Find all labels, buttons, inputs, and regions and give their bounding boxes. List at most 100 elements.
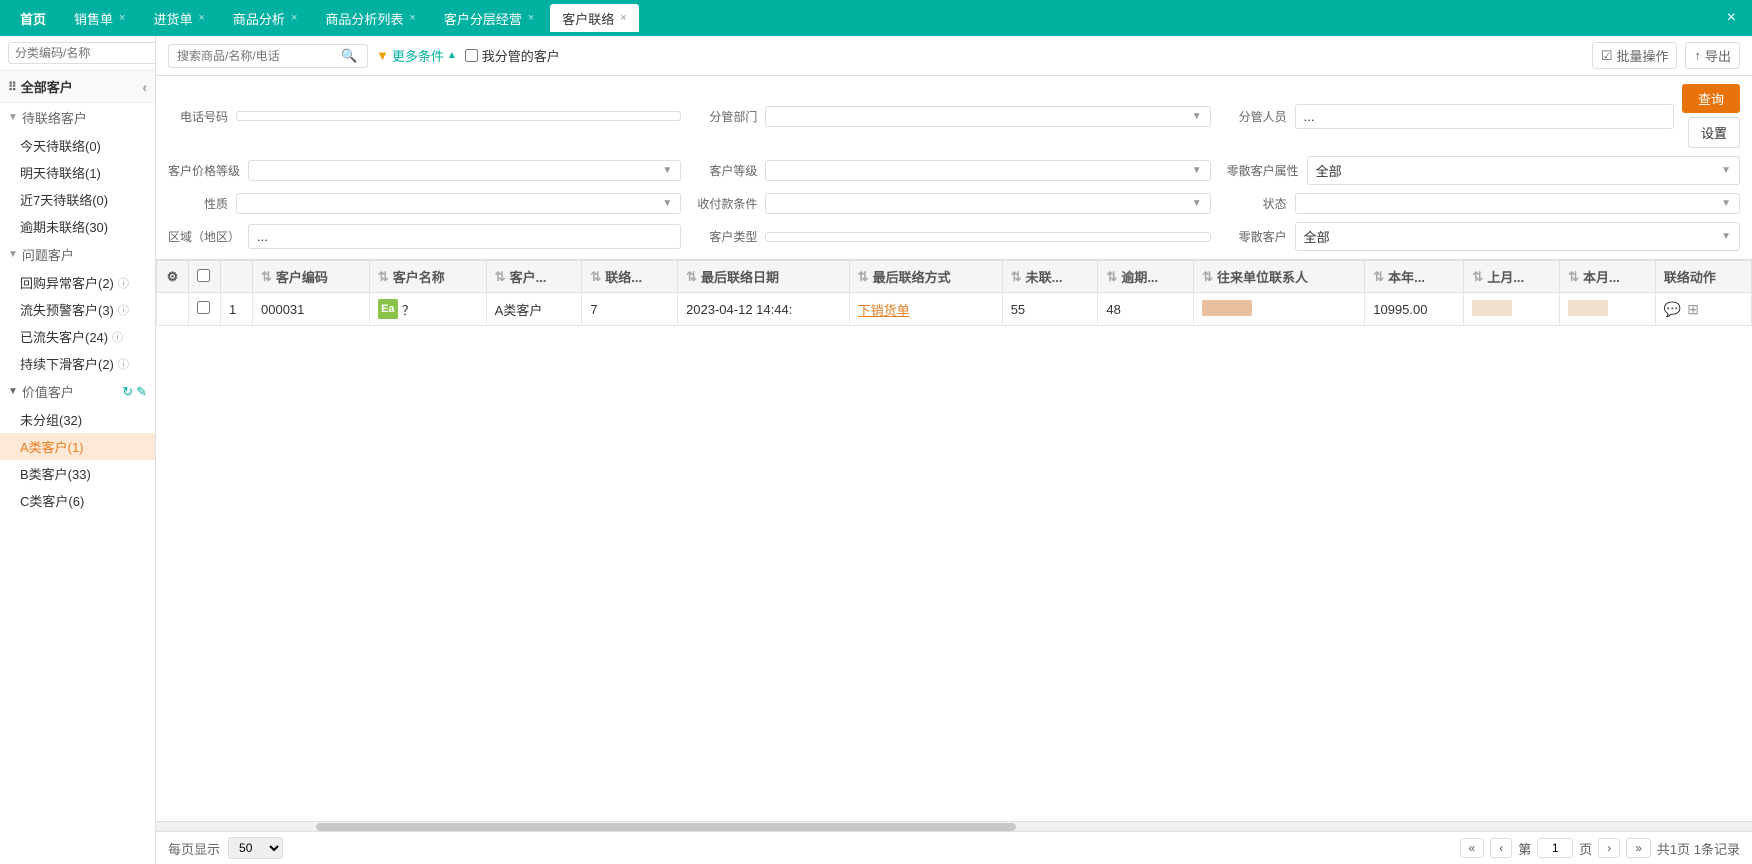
sidebar-item-a-customers[interactable]: A类客户(1)	[0, 433, 155, 460]
purchase-close-icon[interactable]: ×	[198, 12, 204, 24]
first-page-button[interactable]: «	[1460, 838, 1485, 858]
main-search-icon[interactable]: 🔍	[341, 48, 357, 64]
price-level-dropdown[interactable]: ▼	[248, 160, 681, 181]
sidebar-item-lost-customers[interactable]: 已流失客户(24) ⓘ	[0, 323, 155, 350]
sidebar-group-pending-contact[interactable]: ▼ 待联络客户	[0, 103, 155, 132]
nav-tab-customer-segment[interactable]: 客户分层经营 ×	[432, 4, 546, 32]
scrollbar-thumb[interactable]	[316, 823, 1016, 831]
nav-tab-customer-contact[interactable]: 客户联络 ×	[550, 4, 638, 32]
close-all-button[interactable]: ×	[1719, 9, 1744, 27]
sidebar-item-unclassified[interactable]: 未分组(32)	[0, 406, 155, 433]
next-page-button[interactable]: ›	[1598, 838, 1620, 858]
sidebar-group-problem-customers[interactable]: ▼ 问题客户	[0, 240, 155, 269]
col-last-month[interactable]: ⇅上月...	[1464, 261, 1560, 293]
unit-contact-col-label: 往来单位联系人	[1217, 267, 1308, 286]
retail-customer-dropdown[interactable]: 全部 ▼	[1295, 222, 1740, 251]
problem-group-label: 问题客户	[22, 245, 74, 264]
nature-dropdown[interactable]: ▼	[236, 193, 681, 214]
sidebar-item-loss-warning[interactable]: 流失预警客户(3) ⓘ	[0, 296, 155, 323]
header-actions: ☑ 批量操作 ↑ 导出	[1592, 42, 1740, 69]
nav-tab-home[interactable]: 首页	[8, 4, 58, 32]
lost-customers-label: 已流失客户(24)	[20, 327, 108, 346]
col-this-year[interactable]: ⇅本年...	[1365, 261, 1464, 293]
sidebar-group-value-customers[interactable]: ▼ 价值客户 ↻ ✎	[0, 377, 155, 406]
goods-analysis-list-close-icon[interactable]: ×	[409, 12, 415, 24]
customer-contact-label: 客户联络	[562, 9, 614, 28]
col-unit-contact[interactable]: ⇅往来单位联系人	[1194, 261, 1365, 293]
manager-input[interactable]: ...	[1295, 104, 1674, 129]
col-this-month[interactable]: ⇅本月...	[1560, 261, 1656, 293]
sort-icon-type: ⇅	[495, 269, 506, 285]
col-type[interactable]: ⇅客户...	[486, 261, 582, 293]
table-wrap: ⚙ ⇅客户编码 ⇅客户名称 ⇅客户...	[156, 260, 1752, 821]
page-size-select[interactable]: 50 100 200	[228, 837, 283, 859]
row-settings-cell	[157, 293, 189, 326]
select-all-checkbox[interactable]	[197, 269, 210, 282]
col-last-method[interactable]: ⇅最后联络方式	[849, 261, 1002, 293]
row-checkbox[interactable]	[197, 301, 210, 314]
sidebar-item-week-pending[interactable]: 近7天待联络(0)	[0, 186, 155, 213]
sidebar-item-declining-customers[interactable]: 持续下滑客户(2) ⓘ	[0, 350, 155, 377]
nav-tab-purchase[interactable]: 进货单 ×	[141, 4, 216, 32]
customer-segment-close-icon[interactable]: ×	[528, 12, 534, 24]
col-action: 联络动作	[1655, 261, 1751, 293]
col-no-contact[interactable]: ⇅未联...	[1002, 261, 1098, 293]
nav-tab-sales[interactable]: 销售单 ×	[62, 4, 137, 32]
setting-button[interactable]: 设置	[1688, 117, 1740, 148]
sidebar-item-tomorrow-pending[interactable]: 明天待联络(1)	[0, 159, 155, 186]
nav-tab-goods-analysis[interactable]: 商品分析 ×	[221, 4, 309, 32]
sidebar-search-input[interactable]	[8, 42, 156, 64]
sort-icon-nocontact: ⇅	[1011, 269, 1022, 285]
customer-level-dropdown[interactable]: ▼	[765, 160, 1210, 181]
status-dropdown[interactable]: ▼	[1295, 193, 1740, 214]
my-customers-checkbox[interactable]	[465, 49, 478, 62]
customer-name-tag: Ea ？	[378, 299, 415, 319]
col-settings[interactable]: ⚙	[157, 261, 189, 293]
retail-customer-arrow-icon: ▼	[1721, 231, 1731, 242]
col-code[interactable]: ⇅客户编码	[253, 261, 370, 293]
region-input[interactable]: ...	[248, 224, 681, 249]
goods-analysis-close-icon[interactable]: ×	[291, 12, 297, 24]
batch-op-button[interactable]: ☑ 批量操作	[1592, 42, 1678, 69]
refresh-icon[interactable]: ↻	[122, 384, 133, 400]
row-last-method-cell[interactable]: 下销货单	[849, 293, 1002, 326]
retail-attr-dropdown[interactable]: 全部 ▼	[1307, 156, 1740, 185]
sidebar-collapse-icon[interactable]: ‹	[142, 79, 147, 95]
sidebar-item-repurchase-abnormal[interactable]: 回购异常客户(2) ⓘ	[0, 269, 155, 296]
chat-icon[interactable]: 💬	[1664, 301, 1681, 318]
filter-row-customer-type: 客户类型	[697, 222, 1210, 251]
sales-close-icon[interactable]: ×	[119, 12, 125, 24]
customer-contact-close-icon[interactable]: ×	[620, 12, 626, 24]
sidebar-item-overdue-contact[interactable]: 逾期未联络(30)	[0, 213, 155, 240]
payment-dropdown[interactable]: ▼	[765, 193, 1210, 214]
settings-col-icon[interactable]: ⚙	[167, 269, 179, 284]
prev-page-button[interactable]: ‹	[1490, 838, 1512, 858]
col-last-date[interactable]: ⇅最后联络日期	[678, 261, 850, 293]
nav-tab-goods-analysis-list[interactable]: 商品分析列表 ×	[313, 4, 427, 32]
more-filters-button[interactable]: ▼ 更多条件 ▲	[376, 46, 457, 65]
horizontal-scrollbar[interactable]	[156, 821, 1752, 831]
col-name[interactable]: ⇅客户名称	[369, 261, 486, 293]
query-button[interactable]: 查询	[1682, 84, 1740, 113]
customer-type-input[interactable]	[765, 232, 1210, 242]
edit-icon[interactable]: ✎	[136, 384, 147, 400]
sidebar-item-c-customers[interactable]: C类客户(6)	[0, 487, 155, 514]
row-name-cell: Ea ？	[369, 293, 486, 326]
export-button[interactable]: ↑ 导出	[1685, 42, 1740, 69]
col-overdue[interactable]: ⇅逾期...	[1098, 261, 1194, 293]
sidebar-item-today-pending[interactable]: 今天待联络(0)	[0, 132, 155, 159]
repurchase-abnormal-label: 回购异常客户(2)	[20, 273, 114, 292]
phone-input[interactable]	[236, 111, 681, 121]
col-contact-count[interactable]: ⇅联络...	[582, 261, 678, 293]
sidebar-item-b-customers[interactable]: B类客户(33)	[0, 460, 155, 487]
main-layout: 🔍 ⠿ 全部客户 ‹ ▼ 待联络客户 今天待联络(0) 明天待联络(1) 近7天…	[0, 36, 1752, 864]
customer-name-text[interactable]: ？	[402, 300, 415, 319]
dept-dropdown[interactable]: ▼	[765, 106, 1210, 127]
main-search-input[interactable]	[177, 49, 337, 63]
sidebar-all-customers-header[interactable]: ⠿ 全部客户 ‹	[0, 71, 155, 103]
payment-label: 收付款条件	[697, 195, 757, 212]
page-input[interactable]	[1537, 838, 1573, 858]
last-page-button[interactable]: »	[1626, 838, 1651, 858]
row-this-month-cell	[1560, 293, 1656, 326]
qr-icon[interactable]: ⊞	[1687, 301, 1699, 318]
